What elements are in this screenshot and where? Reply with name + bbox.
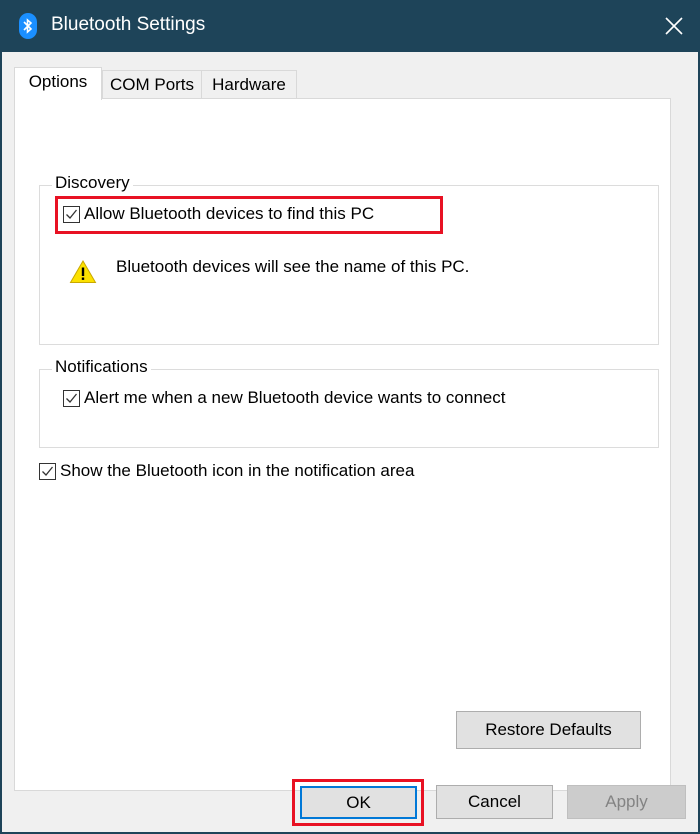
tab-options[interactable]: Options <box>14 67 102 100</box>
discovery-group-label: Discovery <box>52 173 133 193</box>
bluetooth-icon <box>19 13 37 39</box>
restore-defaults-button[interactable]: Restore Defaults <box>456 711 641 749</box>
show-tray-icon-checkbox[interactable] <box>39 462 56 480</box>
allow-discovery-checkbox[interactable] <box>63 205 80 223</box>
bluetooth-settings-window: Bluetooth Settings Options COM Ports Har… <box>0 0 700 834</box>
window-title: Bluetooth Settings <box>51 14 206 35</box>
notifications-group-label: Notifications <box>52 357 151 377</box>
show-tray-icon-option[interactable]: Show the Bluetooth icon in the notificat… <box>39 461 414 481</box>
checkmark-icon <box>66 393 78 403</box>
notifications-group: Notifications <box>39 357 659 448</box>
cancel-button[interactable]: Cancel <box>436 785 553 819</box>
alert-new-device-label: Alert me when a new Bluetooth device wan… <box>84 388 506 407</box>
options-panel: Discovery Allow Bluetooth devices to fin… <box>14 98 671 791</box>
apply-button[interactable]: Apply <box>567 785 686 819</box>
tab-com-ports[interactable]: COM Ports <box>102 70 202 98</box>
checkmark-icon <box>66 209 78 219</box>
dialog-client-area: Options COM Ports Hardware Discovery All… <box>2 52 698 832</box>
checkmark-icon <box>42 466 54 476</box>
alert-new-device-option[interactable]: Alert me when a new Bluetooth device wan… <box>63 388 505 408</box>
show-tray-icon-label: Show the Bluetooth icon in the notificat… <box>60 461 415 480</box>
allow-discovery-option[interactable]: Allow Bluetooth devices to find this PC <box>63 204 374 224</box>
tab-hardware[interactable]: Hardware <box>201 70 297 98</box>
ok-button[interactable]: OK <box>300 786 417 819</box>
warning-text: Bluetooth devices will see the name of t… <box>116 257 470 276</box>
close-icon <box>665 17 683 35</box>
allow-discovery-label: Allow Bluetooth devices to find this PC <box>84 204 375 223</box>
alert-new-device-checkbox[interactable] <box>63 389 80 407</box>
title-bar: Bluetooth Settings <box>0 0 700 52</box>
warning-icon <box>69 259 97 289</box>
close-button[interactable] <box>648 0 700 52</box>
